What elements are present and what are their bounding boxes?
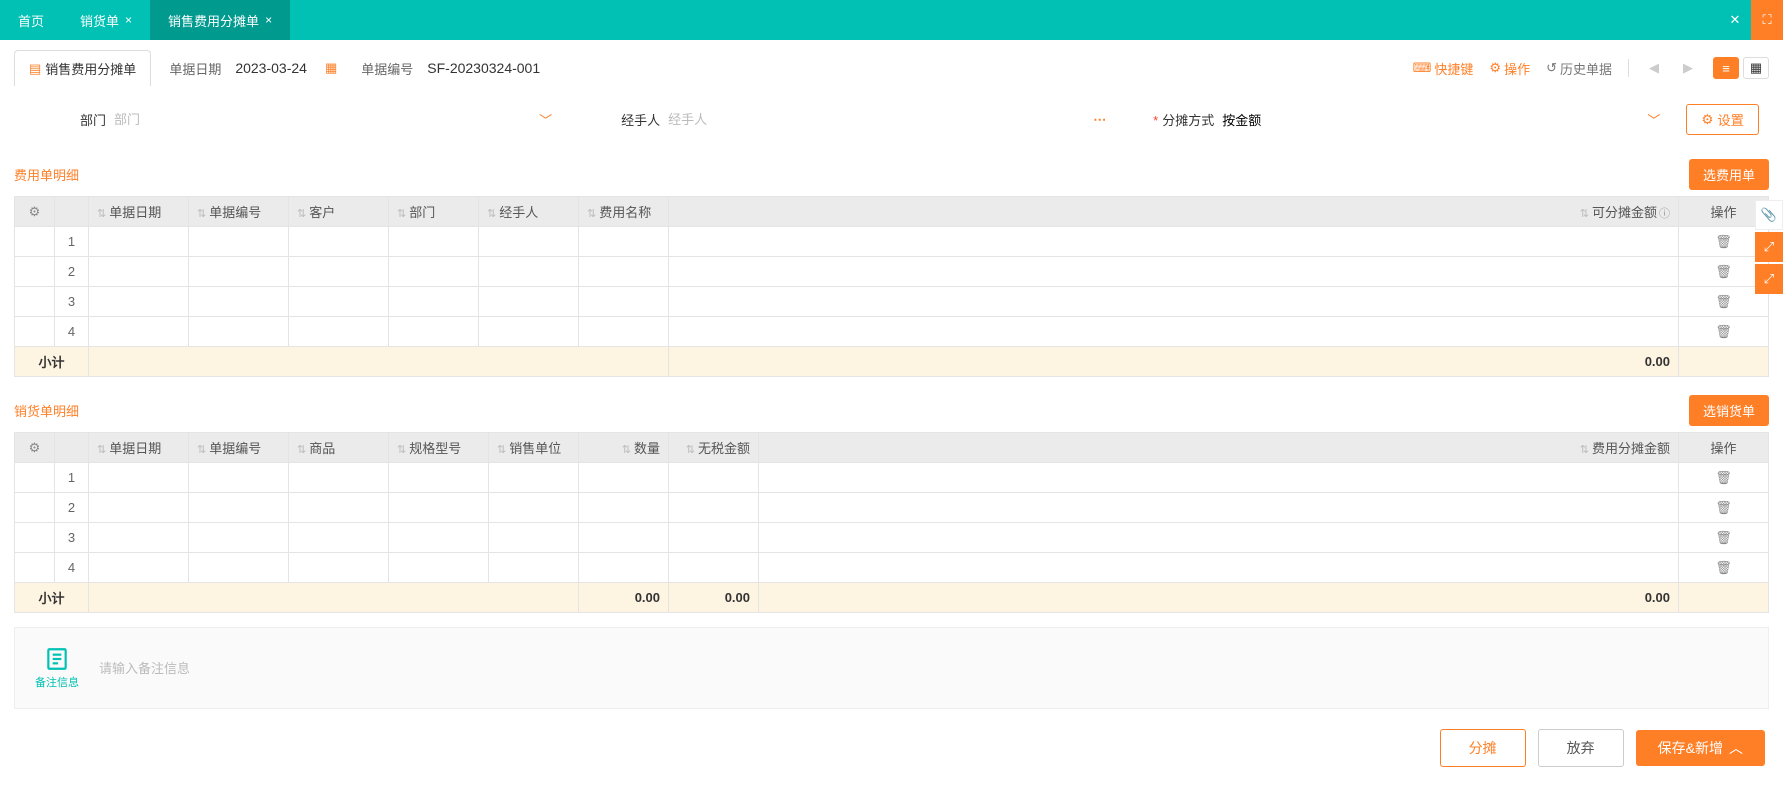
history-icon: ↺ <box>1546 60 1557 76</box>
divider <box>1628 59 1629 77</box>
handler-input[interactable] <box>668 112 1112 127</box>
table-row[interactable]: 2🗑 <box>15 493 1769 523</box>
delete-icon[interactable]: 🗑 <box>1715 530 1732 545</box>
sales-detail-table: ⚙ 单据日期 单据编号 商品 规格型号 销售单位 数量 无税金额 费用分摊金额 … <box>14 432 1769 613</box>
date-value[interactable]: 2023-03-24 <box>235 60 307 76</box>
subtotal-label: 小计 <box>15 347 89 377</box>
delete-icon[interactable]: 🗑 <box>1715 234 1732 249</box>
remarks-box: 备注信息 <box>14 627 1769 709</box>
document-header: ▤ 销售费用分摊单 单据日期 2023-03-24 ▦ 单据编号 SF-2023… <box>14 50 1769 86</box>
remarks-icon: 备注信息 <box>35 646 79 690</box>
col-product[interactable]: 商品 <box>289 433 389 463</box>
allocate-button[interactable]: 分摊 <box>1440 729 1526 767</box>
table-row[interactable]: 4🗑 <box>15 553 1769 583</box>
col-alloc-amount[interactable]: 可分摊金额ⓘ <box>669 197 1679 227</box>
table-row[interactable]: 2🗑 <box>15 257 1769 287</box>
method-label: 分摊方式 <box>1132 110 1222 129</box>
tab-sales-order[interactable]: 销货单× <box>62 0 150 40</box>
qty-subtotal: 0.00 <box>579 583 669 613</box>
col-dept[interactable]: 部门 <box>389 197 479 227</box>
more-icon[interactable]: ⋯ <box>1093 112 1106 128</box>
settings-button[interactable]: ⚙ 设置 <box>1686 104 1759 135</box>
select-sales-button[interactable]: 选销货单 <box>1689 395 1769 426</box>
method-input[interactable] <box>1222 112 1666 127</box>
delete-icon[interactable]: 🗑 <box>1715 470 1732 485</box>
col-alloc-fee[interactable]: 费用分摊金额 <box>759 433 1679 463</box>
fee-detail-table: ⚙ 单据日期 单据编号 客户 部门 经手人 费用名称 可分摊金额ⓘ 操作 1🗑2… <box>14 196 1769 377</box>
delete-icon[interactable]: 🗑 <box>1715 264 1732 279</box>
amount-subtotal: 0.00 <box>669 583 759 613</box>
discard-button[interactable]: 放弃 <box>1538 729 1624 767</box>
sales-detail-title: 销货单明细 <box>14 401 79 420</box>
history-button[interactable]: ↺历史单据 <box>1546 59 1612 78</box>
col-date[interactable]: 单据日期 <box>89 433 189 463</box>
col-date[interactable]: 单据日期 <box>89 197 189 227</box>
alloc-subtotal: 0.00 <box>759 583 1679 613</box>
delete-icon[interactable]: 🗑 <box>1715 560 1732 575</box>
prev-button[interactable]: ◀ <box>1645 60 1663 76</box>
gear-icon[interactable]: ⚙ <box>29 440 41 455</box>
subtotal-label: 小计 <box>15 583 89 613</box>
fee-detail-title: 费用单明细 <box>14 165 79 184</box>
table-row[interactable]: 4🗑 <box>15 317 1769 347</box>
help-icon[interactable]: ⓘ <box>1659 208 1670 220</box>
col-qty[interactable]: 数量 <box>579 433 669 463</box>
top-tabbar: 首页 销货单× 销售费用分摊单× ✕ ⛶ <box>0 0 1783 40</box>
close-icon[interactable]: × <box>265 13 272 27</box>
fullscreen-button[interactable]: ⛶ <box>1751 0 1783 40</box>
handler-label: 经手人 <box>578 110 668 129</box>
expand-button[interactable]: ⤢ <box>1755 232 1783 262</box>
col-ops: 操作 <box>1679 433 1769 463</box>
col-code[interactable]: 单据编号 <box>189 197 289 227</box>
table-row[interactable]: 3🗑 <box>15 523 1769 553</box>
col-spec[interactable]: 规格型号 <box>389 433 489 463</box>
code-value: SF-20230324-001 <box>427 60 540 76</box>
col-amount-notax[interactable]: 无税金额 <box>669 433 759 463</box>
shortcut-button[interactable]: ⌨快捷键 <box>1413 59 1474 78</box>
remarks-input[interactable] <box>99 661 1748 676</box>
next-button[interactable]: ▶ <box>1679 60 1697 76</box>
col-handler[interactable]: 经手人 <box>479 197 579 227</box>
subtotal-value: 0.00 <box>669 347 1679 377</box>
form-row: 部门 ﹀ 经手人 ⋯ 分摊方式 ﹀ ⚙ 设置 <box>14 94 1769 153</box>
dept-input[interactable] <box>114 112 558 127</box>
delete-icon[interactable]: 🗑 <box>1715 294 1732 309</box>
table-row[interactable]: 3🗑 <box>15 287 1769 317</box>
col-unit[interactable]: 销售单位 <box>489 433 579 463</box>
expand-button-2[interactable]: ⤢ <box>1755 264 1783 294</box>
delete-icon[interactable]: 🗑 <box>1715 324 1732 339</box>
view-list-button[interactable]: ≡ <box>1713 57 1739 79</box>
delete-icon[interactable]: 🗑 <box>1715 500 1732 515</box>
table-row[interactable]: 1🗑 <box>15 227 1769 257</box>
tab-home[interactable]: 首页 <box>0 0 62 40</box>
date-label: 单据日期 <box>169 59 221 78</box>
tab-sales-fee-alloc[interactable]: 销售费用分摊单× <box>150 0 290 40</box>
dept-label: 部门 <box>24 110 114 129</box>
document-type-tab[interactable]: ▤ 销售费用分摊单 <box>14 50 151 86</box>
save-new-button[interactable]: 保存&新增︿ <box>1636 730 1765 766</box>
operations-button[interactable]: ⚙操作 <box>1489 59 1530 78</box>
footer-actions: 分摊 放弃 保存&新增︿ <box>14 721 1769 775</box>
remarks-label: 备注信息 <box>35 677 79 689</box>
document-icon: ▤ <box>29 61 41 77</box>
gear-icon: ⚙ <box>1489 60 1501 76</box>
select-fee-button[interactable]: 选费用单 <box>1689 159 1769 190</box>
col-code[interactable]: 单据编号 <box>189 433 289 463</box>
calendar-icon[interactable]: ▦ <box>325 60 337 76</box>
attachment-button[interactable]: 📎 <box>1755 200 1783 230</box>
col-feename[interactable]: 费用名称 <box>579 197 669 227</box>
chevron-up-icon: ︿ <box>1729 738 1743 758</box>
side-toolbar: 📎 ⤢ ⤢ <box>1755 200 1783 296</box>
gear-icon: ⚙ <box>1701 112 1713 128</box>
document-type-label: 销售费用分摊单 <box>45 59 136 78</box>
close-window-button[interactable]: ✕ <box>1719 0 1751 40</box>
close-icon[interactable]: × <box>125 13 132 27</box>
gear-icon[interactable]: ⚙ <box>29 204 41 219</box>
keyboard-icon: ⌨ <box>1413 60 1432 76</box>
view-grid-button[interactable]: ▦ <box>1743 57 1769 79</box>
table-row[interactable]: 1🗑 <box>15 463 1769 493</box>
code-label: 单据编号 <box>361 59 413 78</box>
col-customer[interactable]: 客户 <box>289 197 389 227</box>
